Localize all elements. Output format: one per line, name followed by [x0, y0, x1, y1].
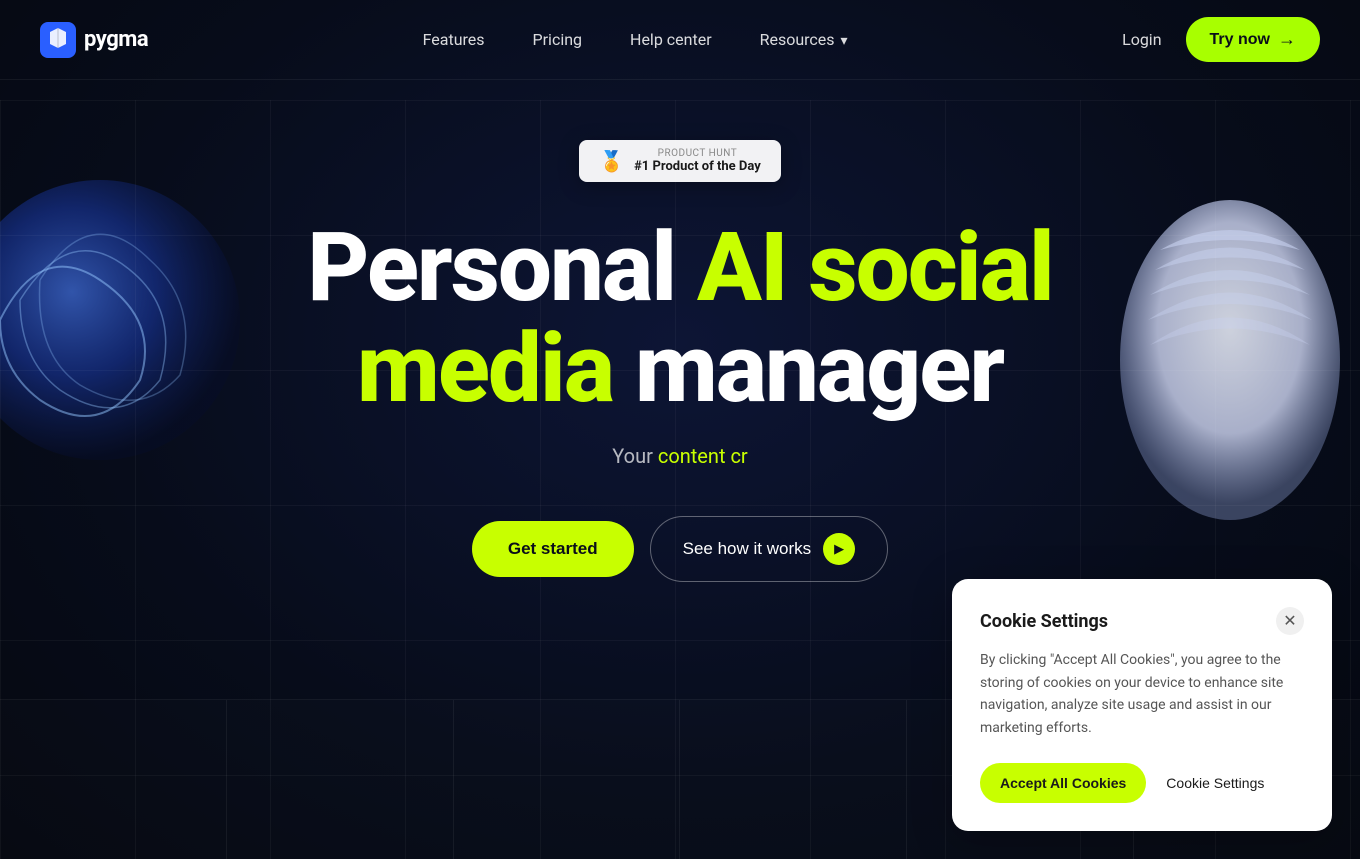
badge-small-text: PRODUCT HUNT: [634, 148, 761, 159]
badge-main-text: #1 Product of the Day: [634, 159, 761, 174]
nav-features[interactable]: Features: [423, 30, 485, 49]
hero-title: Personal AI social media manager: [0, 218, 1360, 420]
bottom-col-4: [680, 700, 907, 859]
bottom-col-1: [0, 700, 227, 859]
medal-icon: 🏅: [599, 149, 624, 173]
cookie-body-text: By clicking "Accept All Cookies", you ag…: [980, 649, 1304, 739]
cookie-title: Cookie Settings: [980, 611, 1108, 632]
cookie-close-button[interactable]: ✕: [1276, 607, 1304, 635]
hero-section: 🏅 PRODUCT HUNT #1 Product of the Day Per…: [0, 80, 1360, 582]
login-link[interactable]: Login: [1122, 30, 1161, 49]
accept-all-cookies-button[interactable]: Accept All Cookies: [980, 763, 1146, 803]
hero-cta: Get started See how it works ▶: [0, 516, 1360, 582]
arrow-right-icon: →: [1278, 29, 1296, 50]
logo-text: pygma: [84, 27, 148, 52]
cookie-header: Cookie Settings ✕: [980, 607, 1304, 635]
try-now-button[interactable]: Try now →: [1186, 17, 1320, 62]
see-how-button[interactable]: See how it works ▶: [650, 516, 889, 582]
cookie-actions: Accept All Cookies Cookie Settings: [980, 763, 1304, 803]
hero-subtitle: Your content cr: [0, 444, 1360, 468]
logo-icon: [40, 22, 76, 58]
logo[interactable]: pygma: [40, 22, 148, 58]
chevron-down-icon: [839, 30, 848, 49]
cookie-settings-button[interactable]: Cookie Settings: [1158, 763, 1272, 803]
cookie-banner: Cookie Settings ✕ By clicking "Accept Al…: [952, 579, 1332, 831]
nav-resources[interactable]: Resources: [760, 30, 848, 49]
bottom-col-3: [454, 700, 681, 859]
nav-pricing[interactable]: Pricing: [533, 30, 583, 49]
play-icon: ▶: [823, 533, 855, 565]
nav-right: Login Try now →: [1122, 17, 1320, 62]
bottom-col-2: [227, 700, 454, 859]
get-started-button[interactable]: Get started: [472, 521, 634, 577]
nav-links: Features Pricing Help center Resources: [423, 30, 848, 49]
nav-help-center[interactable]: Help center: [630, 30, 712, 49]
navbar: pygma Features Pricing Help center Resou…: [0, 0, 1360, 80]
product-hunt-badge: 🏅 PRODUCT HUNT #1 Product of the Day: [579, 140, 781, 182]
